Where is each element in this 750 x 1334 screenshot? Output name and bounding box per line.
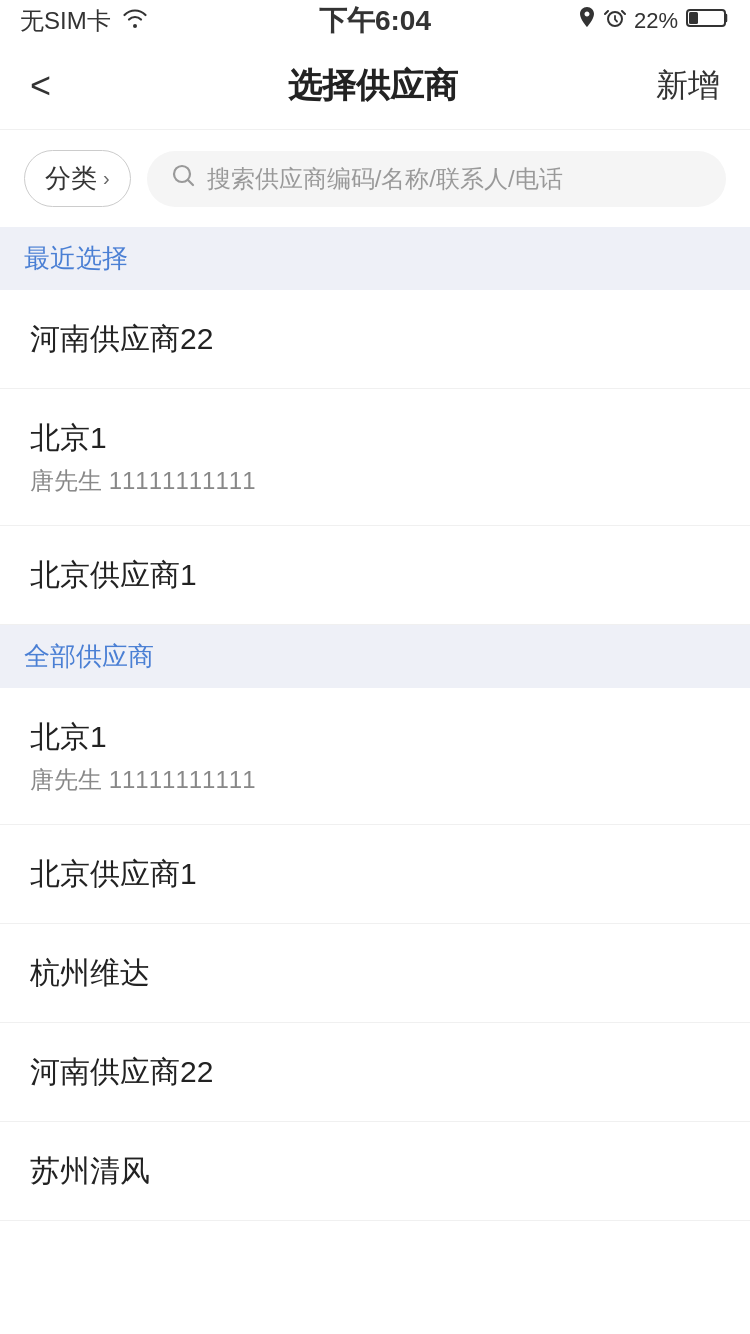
all-section-header: 全部供应商 xyxy=(0,625,750,688)
item-sub: 唐先生 11111111111 xyxy=(30,465,720,497)
filter-bar: 分类 › 搜索供应商编码/名称/联系人/电话 xyxy=(0,130,750,227)
back-button[interactable]: < xyxy=(30,65,90,107)
recent-list: 河南供应商22 北京1 唐先生 11111111111 北京供应商1 xyxy=(0,290,750,625)
status-bar: 无SIM卡 下午6:04 22% xyxy=(0,0,750,42)
recent-section-header: 最近选择 xyxy=(0,227,750,290)
svg-rect-2 xyxy=(689,12,698,24)
recent-section-label: 最近选择 xyxy=(24,243,128,273)
list-item[interactable]: 苏州清风 xyxy=(0,1122,750,1221)
list-item[interactable]: 河南供应商22 xyxy=(0,290,750,389)
search-box[interactable]: 搜索供应商编码/名称/联系人/电话 xyxy=(147,151,726,207)
battery-text: 22% xyxy=(634,8,678,34)
item-sub: 唐先生 11111111111 xyxy=(30,764,720,796)
list-item[interactable]: 北京1 唐先生 11111111111 xyxy=(0,389,750,526)
wifi-icon xyxy=(121,7,149,35)
item-name: 河南供应商22 xyxy=(30,318,720,360)
list-item[interactable]: 河南供应商22 xyxy=(0,1023,750,1122)
search-placeholder: 搜索供应商编码/名称/联系人/电话 xyxy=(207,163,563,195)
list-item[interactable]: 北京供应商1 xyxy=(0,526,750,625)
battery-icon xyxy=(686,7,730,35)
category-filter[interactable]: 分类 › xyxy=(24,150,131,207)
status-right: 22% xyxy=(578,7,730,35)
list-item[interactable]: 北京1 唐先生 11111111111 xyxy=(0,688,750,825)
item-name: 苏州清风 xyxy=(30,1150,720,1192)
all-section-label: 全部供应商 xyxy=(24,641,154,671)
status-left: 无SIM卡 xyxy=(20,5,149,37)
status-time: 下午6:04 xyxy=(319,2,431,40)
all-list: 北京1 唐先生 11111111111 北京供应商1 杭州维达河南供应商22 苏州清风 xyxy=(0,688,750,1221)
add-button[interactable]: 新增 xyxy=(656,64,720,108)
item-name: 北京1 xyxy=(30,716,720,758)
list-item[interactable]: 北京供应商1 xyxy=(0,825,750,924)
list-item[interactable]: 杭州维达 xyxy=(0,924,750,1023)
alarm-icon xyxy=(604,7,626,35)
nav-bar: < 选择供应商 新增 xyxy=(0,42,750,130)
category-label: 分类 xyxy=(45,161,97,196)
carrier-text: 无SIM卡 xyxy=(20,5,111,37)
item-name: 北京供应商1 xyxy=(30,554,720,596)
item-name: 河南供应商22 xyxy=(30,1051,720,1093)
search-icon xyxy=(171,163,197,195)
page-title: 选择供应商 xyxy=(288,63,458,109)
location-icon xyxy=(578,7,596,35)
item-name: 北京供应商1 xyxy=(30,853,720,895)
chevron-right-icon: › xyxy=(103,167,110,190)
item-name: 杭州维达 xyxy=(30,952,720,994)
item-name: 北京1 xyxy=(30,417,720,459)
